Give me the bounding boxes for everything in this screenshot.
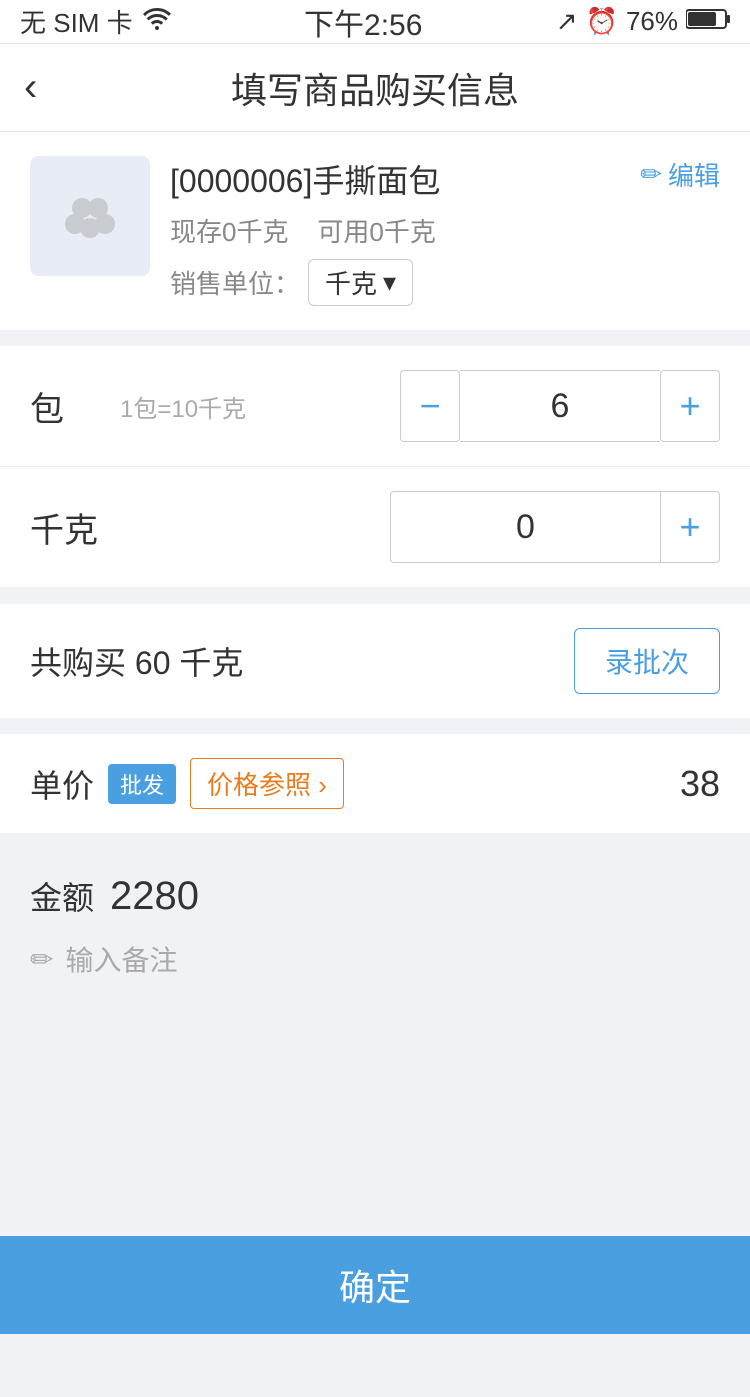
batch-button[interactable]: 录批次 <box>574 628 720 694</box>
price-row: 单价 批发 价格参照 › 38 <box>30 758 720 809</box>
edit-icon: ✏ <box>640 159 662 190</box>
note-row[interactable]: ✏ 输入备注 <box>30 939 720 999</box>
bag-increase-button[interactable]: + <box>660 370 720 442</box>
summary-text: 共购买 60 千克 <box>30 638 243 684</box>
kg-quantity-control: + <box>390 491 720 563</box>
confirm-button[interactable]: 确定 <box>0 1236 750 1334</box>
product-stock: 现存0千克 可用0千克 <box>170 212 720 249</box>
price-value: 38 <box>680 763 720 805</box>
amount-row: 金额 2280 <box>30 873 720 919</box>
bag-input-row: 包 1包=10千克 − + <box>0 346 750 467</box>
unit-value: 千克 <box>325 264 377 301</box>
unit-label: 销售单位： <box>170 264 300 301</box>
bag-quantity-input[interactable] <box>460 370 660 442</box>
battery-label: 76% <box>626 6 678 37</box>
battery-icon <box>686 6 730 37</box>
bag-label: 包 <box>30 382 110 431</box>
kg-quantity-input[interactable] <box>390 491 660 563</box>
price-tag: 批发 <box>108 764 176 804</box>
carrier-label: 无 SIM 卡 <box>20 3 133 40</box>
kg-label: 千克 <box>30 503 110 552</box>
edit-button[interactable]: ✏ 编辑 <box>640 156 720 193</box>
price-left: 单价 批发 价格参照 › <box>30 758 344 809</box>
input-section: 包 1包=10千克 − + 千克 + <box>0 346 750 588</box>
summary-section: 共购买 60 千克 录批次 <box>0 604 750 718</box>
price-label: 单价 <box>30 761 94 807</box>
amount-section: 金额 2280 ✏ 输入备注 <box>0 849 750 999</box>
product-name: [0000006]手撕面包 <box>170 156 440 202</box>
bag-hint: 1包=10千克 <box>120 389 400 424</box>
amount-label: 金额 <box>30 873 94 919</box>
status-time: 下午2:56 <box>304 0 422 44</box>
note-placeholder: 输入备注 <box>65 939 177 979</box>
back-button[interactable]: ‹ <box>24 65 37 110</box>
kg-input-row: 千克 + <box>0 467 750 588</box>
kg-increase-button[interactable]: + <box>660 491 720 563</box>
note-icon: ✏ <box>30 943 53 976</box>
location-icon: ↗ <box>556 6 578 37</box>
alarm-icon: ⏰ <box>586 6 618 37</box>
product-card: [0000006]手撕面包 ✏ 编辑 现存0千克 可用0千克 销售单位： 千克 … <box>0 132 750 330</box>
dropdown-icon: ▾ <box>383 267 396 298</box>
wifi-icon <box>143 6 171 37</box>
status-bar: 无 SIM 卡 下午2:56 ↗ ⏰ 76% <box>0 0 750 44</box>
available-value: 可用0千克 <box>317 217 435 247</box>
bag-decrease-button[interactable]: − <box>400 370 460 442</box>
unit-select[interactable]: 千克 ▾ <box>308 259 413 306</box>
product-info: [0000006]手撕面包 ✏ 编辑 现存0千克 可用0千克 销售单位： 千克 … <box>170 156 720 306</box>
status-left: 无 SIM 卡 <box>20 3 171 40</box>
stock-value: 现存0千克 <box>170 217 288 247</box>
product-image <box>30 156 150 276</box>
price-section: 单价 批发 价格参照 › 38 <box>0 734 750 833</box>
status-right: ↗ ⏰ 76% <box>556 6 730 37</box>
amount-value: 2280 <box>110 874 199 919</box>
product-unit: 销售单位： 千克 ▾ <box>170 259 720 306</box>
nav-bar: ‹ 填写商品购买信息 <box>0 44 750 132</box>
price-ref-button[interactable]: 价格参照 › <box>190 758 344 809</box>
page-title: 填写商品购买信息 <box>231 62 519 114</box>
bag-quantity-control: − + <box>400 370 720 442</box>
edit-label: 编辑 <box>668 156 720 193</box>
